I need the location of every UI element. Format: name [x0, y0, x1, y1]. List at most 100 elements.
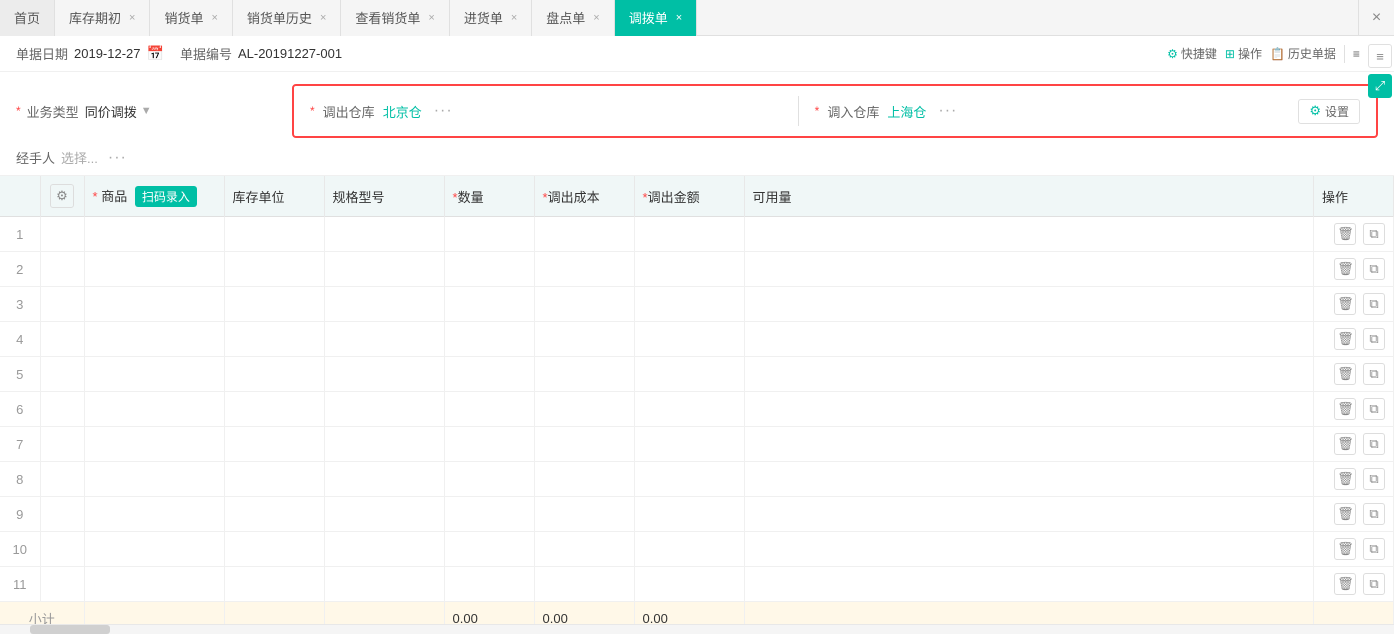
- row-amount-cell[interactable]: [634, 252, 744, 287]
- person-placeholder[interactable]: 选择...: [61, 148, 98, 167]
- row-qty-cell[interactable]: [444, 427, 534, 462]
- row-unit-cell[interactable]: [224, 497, 324, 532]
- row-product-cell[interactable]: [84, 462, 224, 497]
- tab-close-all-button[interactable]: ×: [1358, 0, 1394, 36]
- row-qty-cell[interactable]: [444, 462, 534, 497]
- copy-icon[interactable]: ⧉: [1363, 363, 1385, 385]
- row-qty-cell[interactable]: [444, 252, 534, 287]
- row-qty-cell[interactable]: [444, 567, 534, 602]
- row-unit-cell[interactable]: [224, 392, 324, 427]
- row-unit-cell[interactable]: [224, 357, 324, 392]
- close-icon[interactable]: ×: [511, 12, 517, 24]
- copy-icon[interactable]: ⧉: [1363, 468, 1385, 490]
- copy-icon[interactable]: ⧉: [1363, 398, 1385, 420]
- tab-inventory-init[interactable]: 库存期初 ×: [55, 0, 150, 36]
- row-amount-cell[interactable]: [634, 532, 744, 567]
- scan-button[interactable]: 扫码录入: [135, 186, 197, 207]
- row-unit-cell[interactable]: [224, 462, 324, 497]
- row-product-cell[interactable]: [84, 357, 224, 392]
- tab-sales-order[interactable]: 销货单 ×: [150, 0, 232, 36]
- person-more-icon[interactable]: ···: [108, 149, 127, 167]
- row-avail-cell[interactable]: [744, 532, 1314, 567]
- tab-view-sales[interactable]: 查看销货单 ×: [341, 0, 449, 36]
- copy-icon[interactable]: ⧉: [1363, 293, 1385, 315]
- tab-purchase[interactable]: 进货单 ×: [450, 0, 532, 36]
- row-unit-cell[interactable]: [224, 322, 324, 357]
- row-spec-cell[interactable]: [324, 567, 444, 602]
- biz-type-select[interactable]: 同价调拨 ▼: [85, 102, 205, 121]
- delete-icon[interactable]: 🗑: [1334, 538, 1356, 560]
- horizontal-scrollbar[interactable]: [0, 624, 1394, 634]
- row-cost-cell[interactable]: [534, 497, 634, 532]
- warehouse-in-more-icon[interactable]: ···: [938, 102, 957, 120]
- warehouse-out-more-icon[interactable]: ···: [434, 102, 453, 120]
- row-spec-cell[interactable]: [324, 322, 444, 357]
- row-cost-cell[interactable]: [534, 392, 634, 427]
- row-qty-cell[interactable]: [444, 287, 534, 322]
- close-icon[interactable]: ×: [320, 12, 326, 24]
- row-product-cell[interactable]: [84, 392, 224, 427]
- row-amount-cell[interactable]: [634, 427, 744, 462]
- row-amount-cell[interactable]: [634, 357, 744, 392]
- row-spec-cell[interactable]: [324, 287, 444, 322]
- row-amount-cell[interactable]: [634, 287, 744, 322]
- row-avail-cell[interactable]: [744, 357, 1314, 392]
- tab-sales-history[interactable]: 销货单历史 ×: [233, 0, 341, 36]
- row-avail-cell[interactable]: [744, 427, 1314, 462]
- warehouse-settings-button[interactable]: ⚙ 设置: [1298, 99, 1360, 124]
- row-qty-cell[interactable]: [444, 217, 534, 252]
- row-avail-cell[interactable]: [744, 497, 1314, 532]
- row-unit-cell[interactable]: [224, 567, 324, 602]
- row-qty-cell[interactable]: [444, 532, 534, 567]
- copy-icon[interactable]: ⧉: [1363, 223, 1385, 245]
- row-unit-cell[interactable]: [224, 287, 324, 322]
- copy-icon[interactable]: ⧉: [1363, 258, 1385, 280]
- row-cost-cell[interactable]: [534, 357, 634, 392]
- row-spec-cell[interactable]: [324, 462, 444, 497]
- history-button[interactable]: 📋 历史单据: [1270, 45, 1336, 62]
- scrollbar-thumb[interactable]: [30, 625, 110, 634]
- ops-button[interactable]: ⊞ 操作: [1225, 45, 1262, 62]
- row-cost-cell[interactable]: [534, 322, 634, 357]
- row-spec-cell[interactable]: [324, 252, 444, 287]
- row-spec-cell[interactable]: [324, 532, 444, 567]
- shortcuts-button[interactable]: ⚙ 快捷键: [1167, 45, 1217, 62]
- delete-icon[interactable]: 🗑: [1334, 258, 1356, 280]
- row-avail-cell[interactable]: [744, 567, 1314, 602]
- row-product-cell[interactable]: [84, 322, 224, 357]
- delete-icon[interactable]: 🗑: [1334, 223, 1356, 245]
- row-amount-cell[interactable]: [634, 462, 744, 497]
- row-avail-cell[interactable]: [744, 462, 1314, 497]
- row-cost-cell[interactable]: [534, 427, 634, 462]
- row-unit-cell[interactable]: [224, 532, 324, 567]
- close-icon[interactable]: ×: [428, 12, 434, 24]
- delete-icon[interactable]: 🗑: [1334, 293, 1356, 315]
- row-product-cell[interactable]: [84, 252, 224, 287]
- delete-icon[interactable]: 🗑: [1334, 328, 1356, 350]
- delete-icon[interactable]: 🗑: [1334, 503, 1356, 525]
- row-spec-cell[interactable]: [324, 217, 444, 252]
- copy-icon[interactable]: ⧉: [1363, 328, 1385, 350]
- copy-icon[interactable]: ⧉: [1363, 538, 1385, 560]
- row-spec-cell[interactable]: [324, 357, 444, 392]
- row-cost-cell[interactable]: [534, 532, 634, 567]
- row-cost-cell[interactable]: [534, 462, 634, 497]
- row-avail-cell[interactable]: [744, 252, 1314, 287]
- delete-icon[interactable]: 🗑: [1334, 363, 1356, 385]
- row-product-cell[interactable]: [84, 567, 224, 602]
- delete-icon[interactable]: 🗑: [1334, 398, 1356, 420]
- row-unit-cell[interactable]: [224, 217, 324, 252]
- row-amount-cell[interactable]: [634, 322, 744, 357]
- row-avail-cell[interactable]: [744, 322, 1314, 357]
- row-spec-cell[interactable]: [324, 497, 444, 532]
- row-qty-cell[interactable]: [444, 392, 534, 427]
- close-icon[interactable]: ×: [211, 12, 217, 24]
- row-spec-cell[interactable]: [324, 392, 444, 427]
- row-amount-cell[interactable]: [634, 567, 744, 602]
- row-product-cell[interactable]: [84, 217, 224, 252]
- delete-icon[interactable]: 🗑: [1334, 468, 1356, 490]
- row-qty-cell[interactable]: [444, 322, 534, 357]
- row-product-cell[interactable]: [84, 532, 224, 567]
- copy-icon[interactable]: ⧉: [1363, 433, 1385, 455]
- row-qty-cell[interactable]: [444, 357, 534, 392]
